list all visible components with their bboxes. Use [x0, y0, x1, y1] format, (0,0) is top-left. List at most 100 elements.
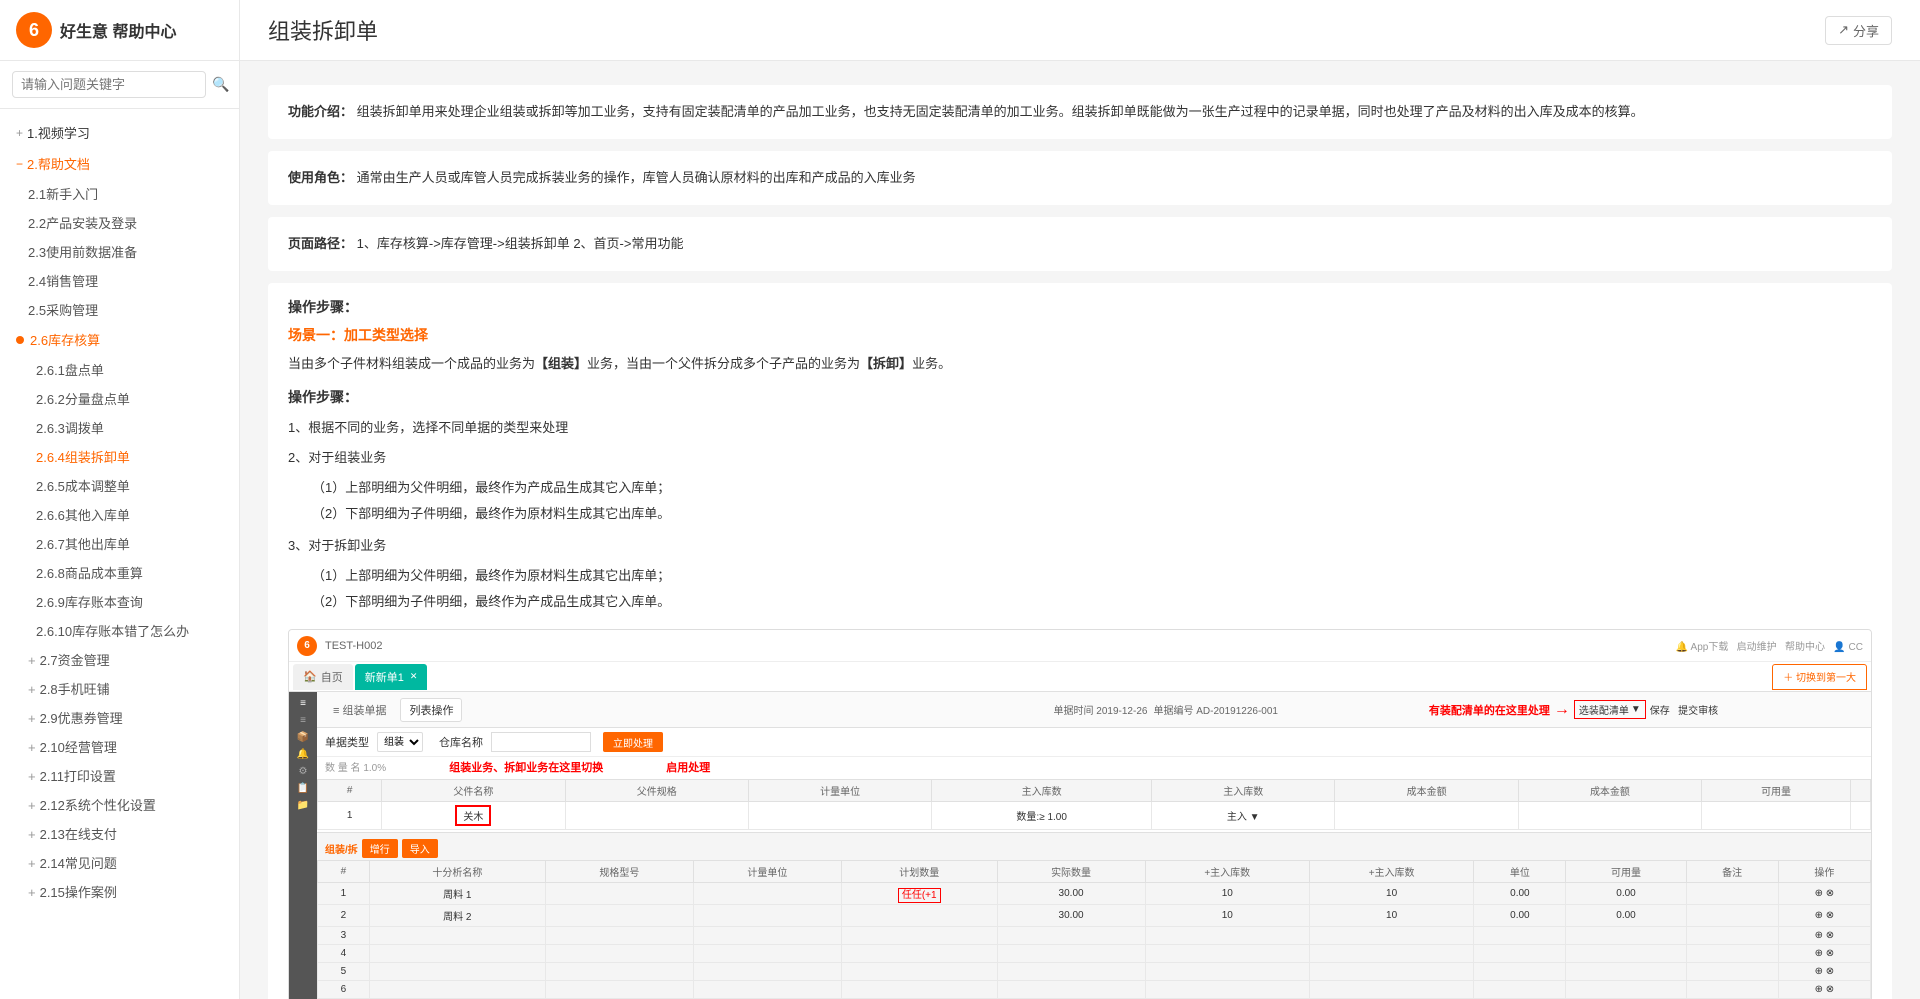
- mock-btn-new: ≡ 组装单据: [325, 698, 394, 722]
- sidebar-item-otherOut[interactable]: 2.6.7其他出库单: [0, 529, 239, 558]
- mock-btn-action: 列表操作: [400, 698, 462, 722]
- mock-sub-td-remark1: [1686, 883, 1778, 905]
- mock-annotation1-area: 有装配清单的在这里处理 → 选装配清单▼ 保存 提交审核: [1284, 700, 1863, 719]
- sidebar: 6 好生意 帮助中心 🔍 + 1.视频学习 − 2.帮助文档 2.1新手入门 2…: [0, 0, 240, 999]
- sidebar-item-prepare[interactable]: 2.3使用前数据准备: [0, 237, 239, 266]
- mock-td-unit1: [748, 802, 931, 830]
- mock-content: ≡ 组装单据 列表操作 单据时间 2019-12-26 单据编号 AD-2019…: [317, 692, 1871, 999]
- sidebar-item-inventory[interactable]: 2.6库存核算: [0, 324, 239, 355]
- mock-body: ≡ ≡ 📦 🔔 ⚙ 📋 📁: [289, 692, 1871, 999]
- sidebar-item-print[interactable]: +2.11打印设置: [0, 761, 239, 790]
- mock-td-qty1b: 主入 ▼: [1152, 802, 1335, 830]
- mock-sub-td-actual2: 30.00: [997, 905, 1145, 927]
- mock-type-select[interactable]: 组装 拆卸: [377, 732, 423, 752]
- sidebar-item-ops[interactable]: +2.10经营管理: [0, 732, 239, 761]
- sidebar-item-docs[interactable]: − 2.帮助文档: [0, 148, 239, 179]
- sidebar-item-stockQuery[interactable]: 2.6.9库存账本查询: [0, 587, 239, 616]
- mock-th-parent-name: 父件名称: [382, 780, 565, 802]
- sidebar-item-mobile[interactable]: +2.8手机旺铺: [0, 674, 239, 703]
- arrow-right1: →: [1554, 701, 1570, 719]
- mock-sub-td-plan2: [841, 905, 997, 927]
- mock-confirm-btn: 立即处理: [603, 732, 663, 752]
- nav-prefix-docs: −: [16, 157, 23, 171]
- nav-label-video: 1.视频学习: [27, 123, 90, 142]
- mock-left-icons: ≡ ≡ 📦 🔔 ⚙ 📋 📁: [289, 692, 317, 999]
- mock-sub-td-action1: ⊕ ⊗: [1778, 883, 1870, 905]
- mock-th-parent-spec: 父件规格: [565, 780, 748, 802]
- sidebar-item-stockcheck[interactable]: 2.6.1盘点单: [0, 355, 239, 384]
- sidebar-item-costadj[interactable]: 2.6.5成本调整单: [0, 471, 239, 500]
- search-box: 🔍: [0, 61, 239, 109]
- sidebar-header: 6 好生意 帮助中心: [0, 0, 239, 61]
- mock-sub-table-section: 组装/拆 增行 导入 # 十分析名称 规格型号: [317, 832, 1871, 999]
- mock-sub-td-spec2: [545, 905, 693, 927]
- ops-steps-title: 操作步骤：: [288, 387, 1872, 407]
- path-section: 页面路径： 1、库存核算->库存管理->组装拆卸单 2、首页->常用功能: [268, 217, 1892, 271]
- mock-count-label: 数 量 名 1.0%: [325, 763, 386, 774]
- nav-label-docs: 2.帮助文档: [27, 154, 90, 173]
- mock-table-row-1: 1 关木 数量:≥ 1.00 主入 ▼: [318, 802, 1871, 830]
- sidebar-item-otherIn[interactable]: 2.6.6其他入库单: [0, 500, 239, 529]
- share-label: 分享: [1853, 21, 1879, 40]
- sidebar-item-video[interactable]: + 1.视频学习: [0, 117, 239, 148]
- path-label: 页面路径：: [288, 236, 353, 251]
- annotation1-text: 有装配清单的在这里处理: [1429, 702, 1550, 718]
- sidebar-item-sysconfig[interactable]: +2.12系统个性化设置: [0, 790, 239, 819]
- mock-sub-th-qty1: +主入库数: [1145, 861, 1309, 883]
- sidebar-item-cases[interactable]: +2.15操作案例: [0, 877, 239, 906]
- search-input[interactable]: [12, 71, 206, 98]
- mock-tab-add: ＋ 切换到第一大: [1772, 664, 1867, 690]
- sidebar-item-install[interactable]: 2.2产品安装及登录: [0, 208, 239, 237]
- path-body: 1、库存核算->库存管理->组装拆卸单 2、首页->常用功能: [357, 236, 684, 251]
- sidebar-item-stockFix[interactable]: 2.6.10库存账本错了怎么办: [0, 616, 239, 645]
- sidebar-item-newbie[interactable]: 2.1新手入门: [0, 179, 239, 208]
- sidebar-item-finance[interactable]: +2.7资金管理: [0, 645, 239, 674]
- nav-list: + 1.视频学习 − 2.帮助文档 2.1新手入门 2.2产品安装及登录 2.3…: [0, 109, 239, 999]
- mock-sub-td-unit2v: 0.00: [1474, 905, 1566, 927]
- mock-sub-th-actual: 实际数量: [997, 861, 1145, 883]
- sidebar-item-assembly[interactable]: 2.6.4组装拆卸单: [0, 442, 239, 471]
- sidebar-item-purchase[interactable]: 2.5采购管理: [0, 295, 239, 324]
- mock-sub-th-unitval: 单位: [1474, 861, 1566, 883]
- role-body: 通常由生产人员或库管人员完成拆装业务的操作，库管人员确认原材料的出库和产成品的入…: [357, 170, 916, 185]
- mock-th-qty1: 主入库数: [932, 780, 1152, 802]
- sidebar-item-faq[interactable]: +2.14常见问题: [0, 848, 239, 877]
- mock-app-id: TEST-H002: [325, 640, 382, 652]
- sidebar-item-coupon[interactable]: +2.9优惠券管理: [0, 703, 239, 732]
- mock-top-icons: 🔔 App下载 启动维护 帮助中心 👤 CC: [1676, 638, 1863, 653]
- mock-add-row-btn[interactable]: 增行: [362, 839, 398, 858]
- mock-table-sub: # 十分析名称 规格型号 计量单位 计划数量 实际数量 +主入库数 +主入库数: [317, 860, 1871, 999]
- sidebar-item-payment[interactable]: +2.13在线支付: [0, 819, 239, 848]
- mock-sub-td-qty1a: 10: [1145, 883, 1309, 905]
- mock-warehouse-label: 仓库名称: [439, 734, 483, 750]
- sidebar-item-stockdist[interactable]: 2.6.2分量盘点单: [0, 384, 239, 413]
- app-logo: 6: [16, 12, 52, 48]
- sidebar-item-sales[interactable]: 2.4销售管理: [0, 266, 239, 295]
- mock-td-num1: 1: [318, 802, 382, 830]
- sidebar-item-goodsCost[interactable]: 2.6.8商品成本重算: [0, 558, 239, 587]
- mock-sub-th-name: 十分析名称: [369, 861, 545, 883]
- mock-sub-th-remark: 备注: [1686, 861, 1778, 883]
- mock-td-name1: 关木: [382, 802, 565, 830]
- mock-logo: 6: [297, 636, 317, 656]
- mock-sub-row-3: 3⊕ ⊗: [318, 927, 1871, 945]
- mock-sub-td-unit2: [693, 905, 841, 927]
- mock-import-btn[interactable]: 导入: [402, 839, 438, 858]
- intro-text: 功能介绍： 组装拆卸单用来处理企业组装或拆卸等加工业务，支持有固定装配清单的产品…: [288, 104, 1644, 119]
- mock-sub-td-qty2a: 10: [1145, 905, 1309, 927]
- mock-sub-td-remark2: [1686, 905, 1778, 927]
- mock-sub-th-num: #: [318, 861, 370, 883]
- ops-title: 操作步骤：: [288, 297, 1872, 317]
- step2-2: （2）下部明细为子件明细，最终作为原材料生成其它出库单。: [312, 501, 1872, 527]
- mock-item-name-box: 关木: [455, 805, 491, 826]
- sidebar-item-adjust[interactable]: 2.6.3调拨单: [0, 413, 239, 442]
- mock-tab-new: 新新单1 ✕: [355, 664, 428, 690]
- role-section: 使用角色： 通常由生产人员或库管人员完成拆装业务的操作，库管人员确认原材料的出库…: [268, 151, 1892, 205]
- share-button[interactable]: ↗ 分享: [1825, 16, 1892, 45]
- mock-type-label: 单据类型: [325, 734, 369, 750]
- step3-2: （2）下部明细为子件明细，最终作为产成品生成其它入库单。: [312, 589, 1872, 615]
- search-icon[interactable]: 🔍: [212, 76, 229, 93]
- nav-prefix-video: +: [16, 126, 23, 140]
- mock-sub-td-spec1: [545, 883, 693, 905]
- mock-th-unit: 计量单位: [748, 780, 931, 802]
